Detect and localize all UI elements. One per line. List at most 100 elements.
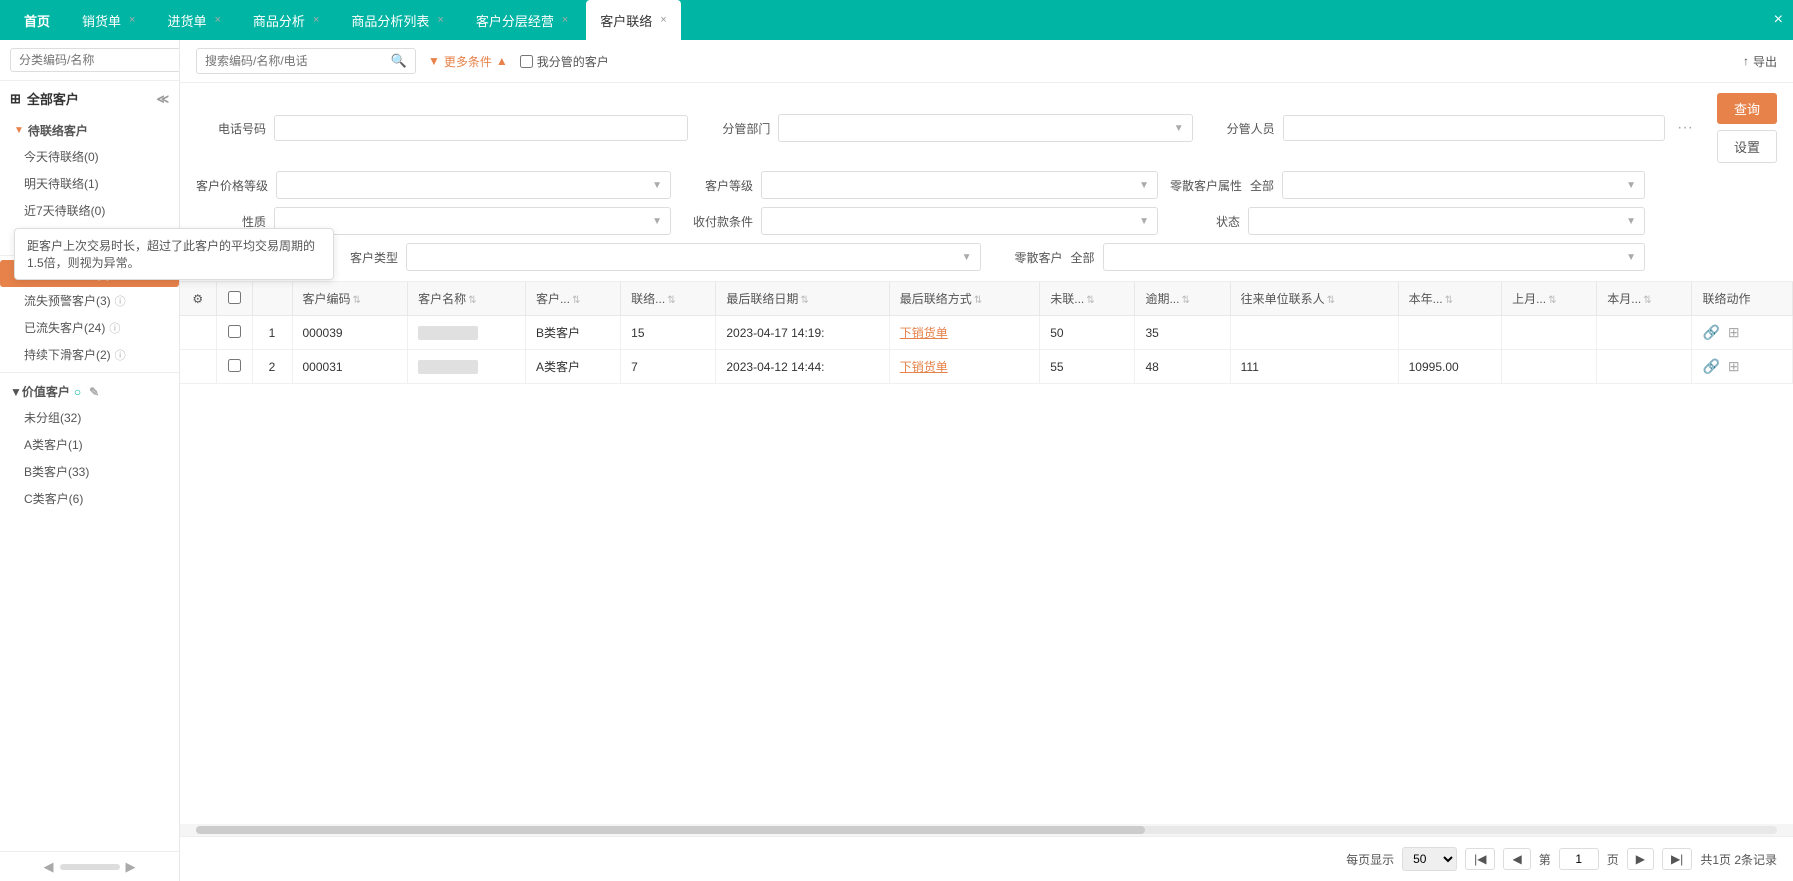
settings-button[interactable]: 设置 xyxy=(1717,130,1777,163)
nav-tab-customer-contact-close[interactable]: × xyxy=(660,14,666,26)
filter-select-status[interactable]: ▼ xyxy=(1248,207,1645,235)
nav-tab-home[interactable]: 首页 xyxy=(10,0,64,40)
sidebar-left-arrow[interactable]: ◀ xyxy=(44,859,54,875)
col-header-this-year[interactable]: 本年...⇅ xyxy=(1398,282,1501,316)
sidebar-divider-2 xyxy=(0,372,179,373)
row2-link-icon[interactable]: 🔗 xyxy=(1702,358,1719,375)
col-header-not-contact[interactable]: 未联...⇅ xyxy=(1040,282,1135,316)
sidebar-item-declining[interactable]: 持续下滑客户(2) ⓘ xyxy=(0,341,179,368)
sidebar-item-lost[interactable]: 已流失客户(24) ⓘ xyxy=(0,314,179,341)
filter-my-checkbox[interactable] xyxy=(520,55,533,68)
sidebar-item-ungrouped[interactable]: 未分组(32) xyxy=(0,404,179,431)
filter-select-dept[interactable]: ▼ xyxy=(778,114,1192,142)
sort-icon-code: ⇅ xyxy=(353,295,361,306)
scrollbar-thumb[interactable] xyxy=(196,826,1145,834)
sidebar-item-tomorrow[interactable]: 明天待联络(1) xyxy=(0,170,179,197)
filter-select-payment[interactable]: ▼ xyxy=(761,207,1158,235)
filter-my-customers[interactable]: 我分管的客户 xyxy=(520,53,609,70)
row1-grid-icon[interactable]: ⊞ xyxy=(1728,324,1740,341)
per-page-select[interactable]: 50 100 xyxy=(1402,847,1457,871)
row1-link-icon[interactable]: 🔗 xyxy=(1702,324,1719,341)
col-header-contact[interactable]: 联络...⇅ xyxy=(621,282,716,316)
sidebar-search-input[interactable] xyxy=(10,48,180,72)
col-header-last-date[interactable]: 最后联络日期⇅ xyxy=(716,282,889,316)
page-label: 第 xyxy=(1539,851,1551,868)
col-header-last-way[interactable]: 最后联络方式⇅ xyxy=(889,282,1040,316)
nav-tab-product-list[interactable]: 商品分析列表 × xyxy=(337,0,457,40)
export-btn[interactable]: ↑ 导出 xyxy=(1743,53,1777,70)
row2-grid-icon[interactable]: ⊞ xyxy=(1728,358,1740,375)
sidebar-item-loss-warning[interactable]: 流失预警客户(3) ⓘ xyxy=(0,287,179,314)
sidebar-right-arrow[interactable]: ▶ xyxy=(126,859,136,875)
gear-icon[interactable]: ⚙ xyxy=(192,292,203,306)
filter-select-customer-type[interactable]: ▼ xyxy=(406,243,981,271)
select-all-checkbox[interactable] xyxy=(228,291,241,304)
col-header-category[interactable]: 客户...⇅ xyxy=(525,282,620,316)
horizontal-scrollbar[interactable] xyxy=(180,824,1793,836)
filter-input-manager[interactable] xyxy=(1283,115,1665,141)
col-header-this-month[interactable]: 本月...⇅ xyxy=(1597,282,1692,316)
page-first-btn[interactable]: |◀ xyxy=(1465,848,1495,870)
row2-checkbox[interactable] xyxy=(228,359,241,372)
filter-input-phone[interactable] xyxy=(274,115,688,141)
sidebar-item-c-class[interactable]: C类客户(6) xyxy=(0,485,179,512)
nav-close-all-btn[interactable]: × xyxy=(1774,11,1783,29)
nav-tab-product-analysis[interactable]: 商品分析 × xyxy=(239,0,333,40)
nav-tab-sales[interactable]: 销货单 × xyxy=(68,0,149,40)
row2-last-month xyxy=(1502,350,1597,384)
col-header-name[interactable]: 客户名称⇅ xyxy=(408,282,526,316)
sidebar: 🔍 ⊞ 全部客户 ≪ ▼ 待联络客户 今天待联络(0) 明天待联络(1) 近7天… xyxy=(0,40,180,881)
top-nav: 首页 销货单 × 进货单 × 商品分析 × 商品分析列表 × 客户分层经营 × … xyxy=(0,0,1793,40)
row1-last-way-link[interactable]: 下销货单 xyxy=(900,326,948,340)
filter-search-input[interactable] xyxy=(205,54,385,68)
col-header-code[interactable]: 客户编码⇅ xyxy=(292,282,408,316)
page-number-input[interactable] xyxy=(1559,848,1599,870)
filter-select-scattered-attr[interactable]: ▼ xyxy=(1282,171,1645,199)
col-header-idx xyxy=(252,282,292,316)
sidebar-all-customers[interactable]: ⊞ 全部客户 ≪ xyxy=(0,81,179,116)
page-prev-btn[interactable]: ◀ xyxy=(1503,848,1530,870)
filter-manager-dots[interactable]: ··· xyxy=(1677,119,1693,137)
filter-more-btn[interactable]: ▼ 更多条件 ▲ xyxy=(428,53,508,70)
sidebar-item-a-class[interactable]: A类客户(1) xyxy=(0,431,179,458)
page-next-btn[interactable]: ▶ xyxy=(1627,848,1654,870)
chevron-down-icon-2: ▼ xyxy=(652,180,662,191)
nav-tab-customer-contact[interactable]: 客户联络 × xyxy=(586,0,680,40)
sort-icon-category: ⇅ xyxy=(572,295,580,306)
col-header-last-month[interactable]: 上月...⇅ xyxy=(1502,282,1597,316)
sidebar-item-b-class[interactable]: B类客户(33) xyxy=(0,458,179,485)
value-group-edit-icon[interactable]: ✎ xyxy=(89,385,99,399)
sort-icon-name: ⇅ xyxy=(468,295,476,306)
nav-tab-sales-label: 销货单 xyxy=(82,11,121,30)
nav-tab-purchase[interactable]: 进货单 × xyxy=(153,0,234,40)
filter-select-customer-grade[interactable]: ▼ xyxy=(761,171,1158,199)
nav-tab-sales-close[interactable]: × xyxy=(129,14,135,26)
sidebar-grid-icon: ⊞ xyxy=(10,91,21,107)
col-header-action: 联络动作 xyxy=(1692,282,1793,316)
sidebar-collapse-btn[interactable]: ≪ xyxy=(156,92,169,106)
customer-table: ⚙ 客户编码⇅ 客户名称⇅ 客户...⇅ xyxy=(180,282,1793,384)
nav-tab-product-list-close[interactable]: × xyxy=(437,14,443,26)
filter-row-3: 性质 ▼ 收付款条件 ▼ 状态 xyxy=(196,207,1777,235)
filter-row-2: 客户价格等级 ▼ 客户等级 ▼ 零散客户属性 全部 xyxy=(196,171,1777,199)
nav-tab-customer-segment-close[interactable]: × xyxy=(562,14,568,26)
col-header-partner[interactable]: 往来单位联系人⇅ xyxy=(1230,282,1398,316)
query-button[interactable]: 查询 xyxy=(1717,93,1777,124)
filter-label-payment: 收付款条件 xyxy=(683,213,753,230)
sidebar-item-today[interactable]: 今天待联络(0) xyxy=(0,143,179,170)
sidebar-item-7days[interactable]: 近7天待联络(0) xyxy=(0,197,179,224)
nav-tab-product-analysis-close[interactable]: × xyxy=(313,14,319,26)
col-header-overdue[interactable]: 逾期...⇅ xyxy=(1135,282,1230,316)
filter-select-scattered-customer[interactable]: ▼ xyxy=(1103,243,1645,271)
table-row: 1 000039 B类客户 15 2023-04-17 14:19: 下销货单 … xyxy=(180,316,1793,350)
nav-tab-purchase-close[interactable]: × xyxy=(214,14,220,26)
value-group-icon[interactable]: ○ xyxy=(74,385,81,399)
row1-checkbox[interactable] xyxy=(228,325,241,338)
filter-search-box: 🔍 xyxy=(196,48,416,74)
filter-select-price-grade[interactable]: ▼ xyxy=(276,171,671,199)
value-tri-icon: ▼ xyxy=(10,385,22,399)
nav-tab-customer-segment[interactable]: 客户分层经营 × xyxy=(462,0,582,40)
filter-label-nature: 性质 xyxy=(196,213,266,230)
page-last-btn[interactable]: ▶| xyxy=(1662,848,1692,870)
row2-last-way-link[interactable]: 下销货单 xyxy=(900,360,948,374)
